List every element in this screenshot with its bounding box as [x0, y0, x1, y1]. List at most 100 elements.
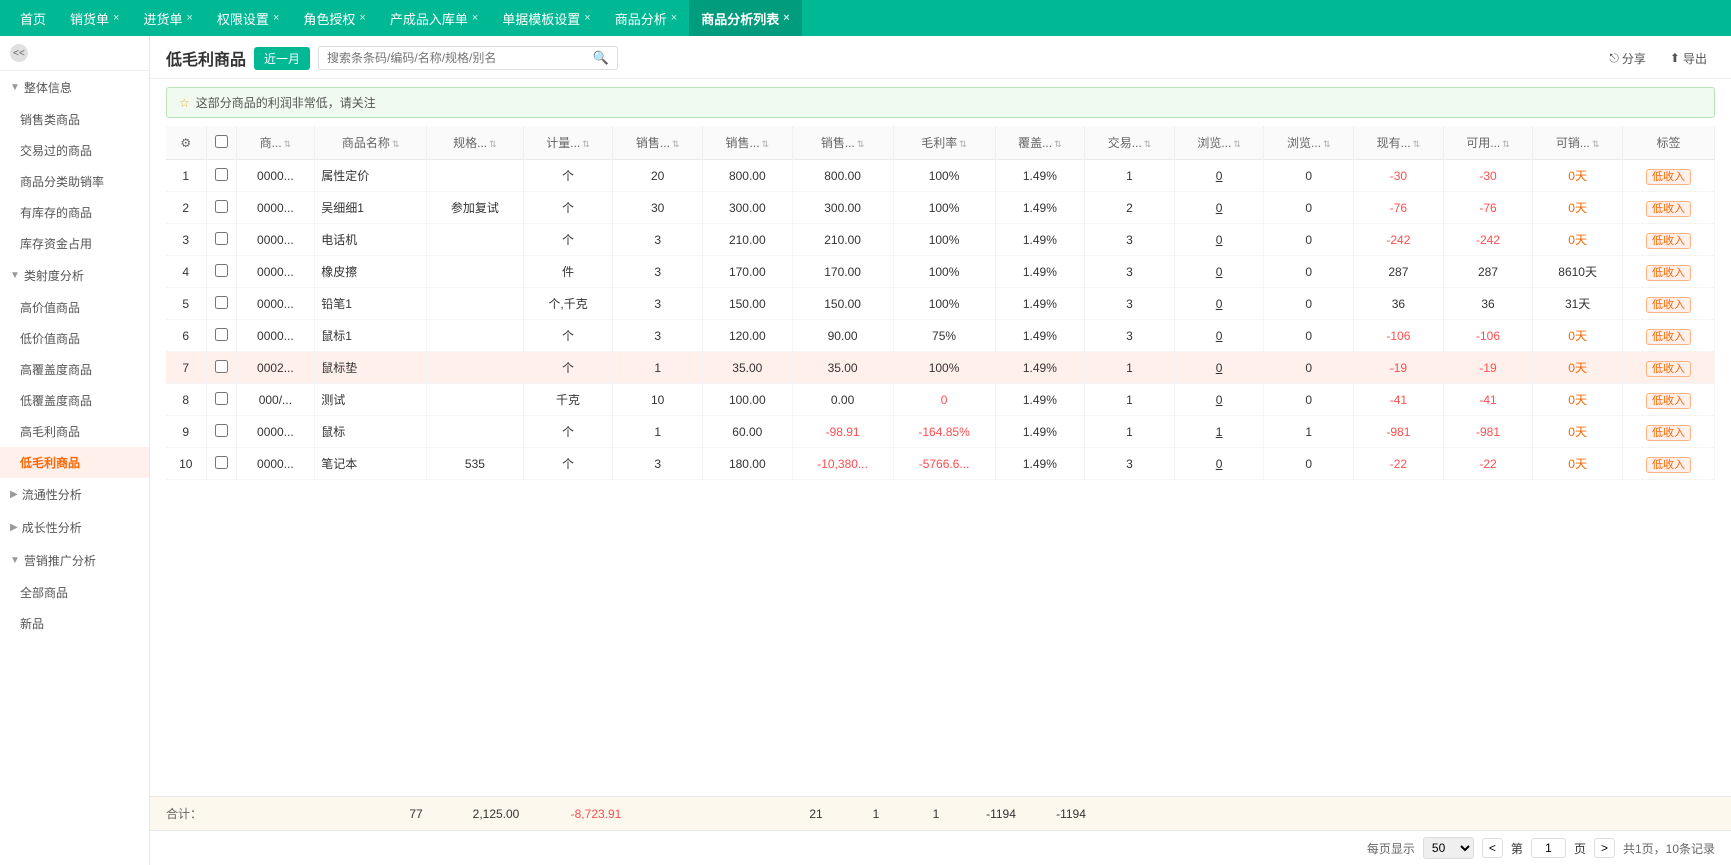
nav-product-analysis[interactable]: 商品分析 ×	[603, 0, 689, 36]
row-browse1[interactable]: 0	[1174, 320, 1264, 352]
row-name[interactable]: 橡皮擦	[315, 256, 427, 288]
close-icon[interactable]: ×	[273, 12, 279, 24]
close-icon[interactable]: ×	[186, 12, 192, 24]
col-sales-qty[interactable]: 销售...⇅	[613, 126, 703, 160]
close-icon[interactable]: ×	[472, 12, 478, 24]
col-browse1[interactable]: 浏览...⇅	[1174, 126, 1264, 160]
close-icon[interactable]: ×	[584, 12, 590, 24]
col-current-stock[interactable]: 现有...⇅	[1354, 126, 1444, 160]
sidebar-item-low-value[interactable]: 低价值商品	[0, 323, 149, 354]
row-name[interactable]: 电话机	[315, 224, 427, 256]
sidebar-item-high-value[interactable]: 高价值商品	[0, 292, 149, 323]
row-name[interactable]: 吴细细1	[315, 192, 427, 224]
col-gross-margin[interactable]: 毛利率⇅	[893, 126, 995, 160]
sidebar-group-liquidity[interactable]: ▶ 流通性分析	[0, 478, 149, 511]
row-name[interactable]: 属性定价	[315, 160, 427, 192]
export-button[interactable]: ⬆ 导出	[1662, 47, 1715, 70]
row-checkbox[interactable]	[206, 192, 236, 224]
row-browse1[interactable]: 0	[1174, 448, 1264, 480]
nav-product-inbound[interactable]: 产成品入库单 ×	[378, 0, 490, 36]
row-name[interactable]: 测试	[315, 384, 427, 416]
row-sellable: 0天	[1533, 160, 1623, 192]
sidebar-group-overall[interactable]: ▼ 整体信息	[0, 71, 149, 104]
row-browse1[interactable]: 0	[1174, 384, 1264, 416]
sidebar-item-stocked-goods[interactable]: 有库存的商品	[0, 197, 149, 228]
col-coverage[interactable]: 覆盖...⇅	[995, 126, 1085, 160]
sidebar-item-all-goods[interactable]: 全部商品	[0, 577, 149, 608]
sidebar-item-inventory-capital[interactable]: 库存资金占用	[0, 228, 149, 259]
row-checkbox[interactable]	[206, 256, 236, 288]
row-tag: 低收入	[1622, 288, 1714, 320]
col-unit[interactable]: 计量...⇅	[523, 126, 613, 160]
row-name[interactable]: 铅笔1	[315, 288, 427, 320]
row-checkbox[interactable]	[206, 320, 236, 352]
row-checkbox[interactable]	[206, 448, 236, 480]
per-page-select[interactable]: 50 10 20 100	[1423, 837, 1474, 859]
sidebar-item-traded-goods[interactable]: 交易过的商品	[0, 135, 149, 166]
close-icon[interactable]: ×	[671, 12, 677, 24]
row-browse1[interactable]: 0	[1174, 224, 1264, 256]
close-icon[interactable]: ×	[359, 12, 365, 24]
col-sellable[interactable]: 可销...⇅	[1533, 126, 1623, 160]
row-name[interactable]: 鼠标	[315, 416, 427, 448]
sidebar-item-low-margin[interactable]: 低毛利商品	[0, 447, 149, 478]
nav-product-analysis-list[interactable]: 商品分析列表 ×	[689, 0, 801, 36]
row-browse1[interactable]: 0	[1174, 160, 1264, 192]
nav-home[interactable]: 首页	[8, 0, 58, 36]
row-browse1[interactable]: 1	[1174, 416, 1264, 448]
sidebar-group-growth[interactable]: ▶ 成长性分析	[0, 511, 149, 544]
nav-template-settings[interactable]: 单据模板设置 ×	[490, 0, 602, 36]
row-checkbox[interactable]	[206, 160, 236, 192]
sidebar-item-high-margin[interactable]: 高毛利商品	[0, 416, 149, 447]
sidebar-collapse-button[interactable]: <<	[10, 44, 28, 62]
sidebar-group-marketing[interactable]: ▼ 营销推广分析	[0, 544, 149, 577]
select-all-checkbox[interactable]	[215, 135, 228, 148]
col-spec[interactable]: 规格...⇅	[427, 126, 524, 160]
row-checkbox[interactable]	[206, 416, 236, 448]
search-input[interactable]	[327, 51, 593, 65]
sort-icon: ⇅	[1413, 139, 1421, 149]
col-settings[interactable]: ⚙	[166, 126, 206, 160]
sidebar-group-dimension-analysis[interactable]: ▼ 类射度分析	[0, 259, 149, 292]
col-sales-profit[interactable]: 销售...⇅	[792, 126, 893, 160]
row-browse1[interactable]: 0	[1174, 288, 1264, 320]
col-sales-amount[interactable]: 销售...⇅	[703, 126, 793, 160]
row-name[interactable]: 鼠标1	[315, 320, 427, 352]
col-name[interactable]: 商品名称⇅	[315, 126, 427, 160]
row-browse1[interactable]: 0	[1174, 256, 1264, 288]
row-checkbox[interactable]	[206, 352, 236, 384]
row-name[interactable]: 笔记本	[315, 448, 427, 480]
row-checkbox[interactable]	[206, 224, 236, 256]
date-filter-button[interactable]: 近一月	[254, 47, 310, 70]
col-browse2[interactable]: 浏览...⇅	[1264, 126, 1354, 160]
col-tag[interactable]: 标签	[1622, 126, 1714, 160]
row-checkbox[interactable]	[206, 288, 236, 320]
row-tag: 低收入	[1622, 448, 1714, 480]
sidebar-item-sales-goods[interactable]: 销售类商品	[0, 104, 149, 135]
share-button[interactable]: ⎋ 分享	[1601, 47, 1654, 70]
sidebar-item-category-sales-rate[interactable]: 商品分类助销率	[0, 166, 149, 197]
nav-sales-order[interactable]: 销货单 ×	[58, 0, 131, 36]
sidebar-item-low-coverage[interactable]: 低覆盖度商品	[0, 385, 149, 416]
row-coverage: 1.49%	[995, 352, 1085, 384]
row-sales-profit: 150.00	[792, 288, 893, 320]
col-code[interactable]: 商...⇅	[236, 126, 315, 160]
row-browse1[interactable]: 0	[1174, 352, 1264, 384]
row-name[interactable]: 鼠标垫	[315, 352, 427, 384]
nav-permission-settings[interactable]: 权限设置 ×	[205, 0, 291, 36]
row-checkbox[interactable]	[206, 384, 236, 416]
next-page-button[interactable]: >	[1594, 838, 1615, 858]
close-icon[interactable]: ×	[783, 12, 789, 24]
row-unit: 个	[523, 352, 613, 384]
nav-purchase-order[interactable]: 进货单 ×	[131, 0, 204, 36]
close-icon[interactable]: ×	[113, 12, 119, 24]
chevron-down-icon: ▼	[10, 82, 20, 93]
col-available[interactable]: 可用...⇅	[1443, 126, 1533, 160]
sidebar-item-new-goods[interactable]: 新品	[0, 608, 149, 639]
page-number-input[interactable]	[1531, 838, 1566, 858]
sidebar-item-high-coverage[interactable]: 高覆盖度商品	[0, 354, 149, 385]
nav-role-auth[interactable]: 角色授权 ×	[291, 0, 377, 36]
prev-page-button[interactable]: <	[1482, 838, 1503, 858]
row-browse1[interactable]: 0	[1174, 192, 1264, 224]
col-trade-count[interactable]: 交易...⇅	[1085, 126, 1175, 160]
